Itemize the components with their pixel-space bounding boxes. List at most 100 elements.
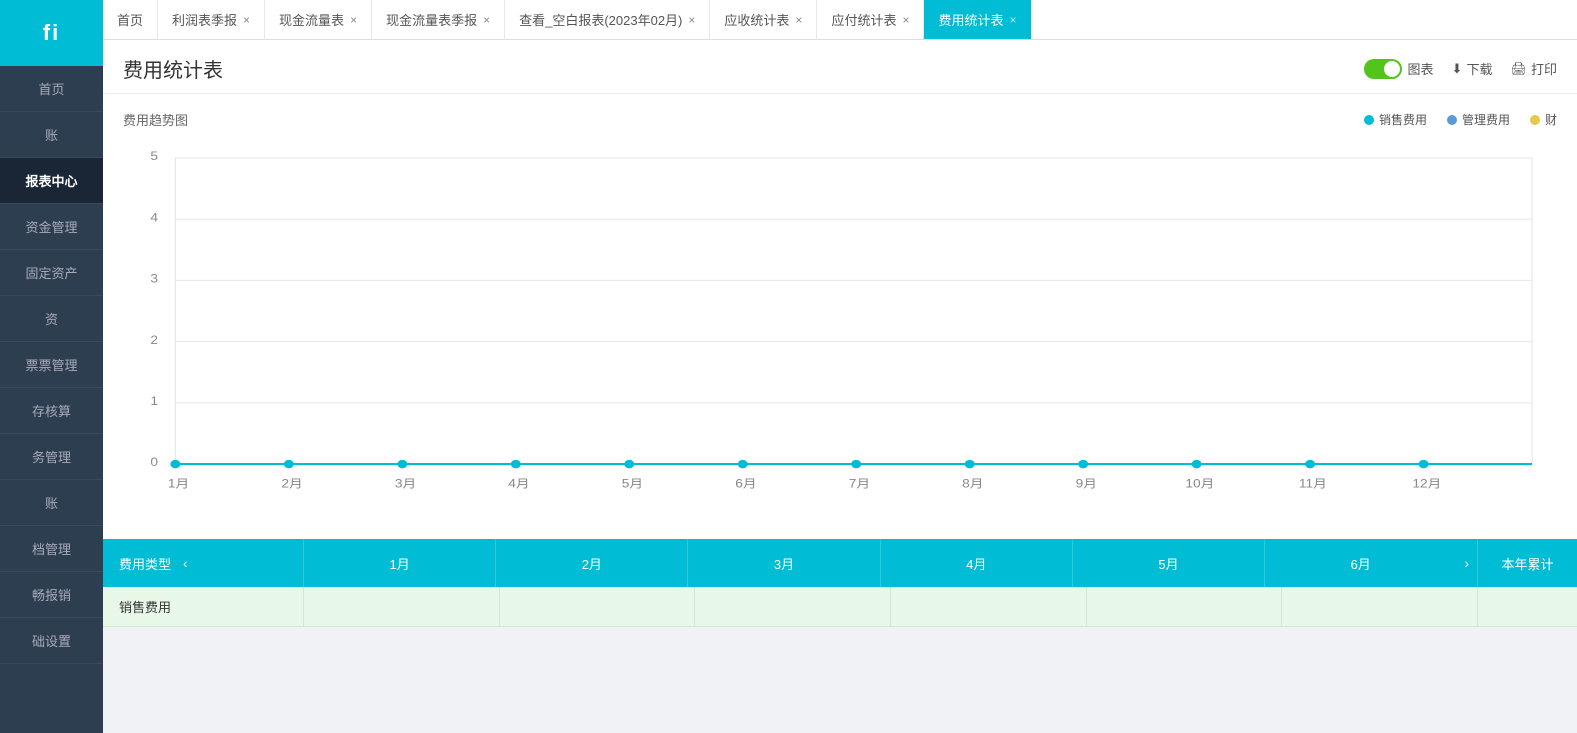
sidebar-item-account[interactable]: 账 xyxy=(0,112,103,158)
table-data-cell-2 xyxy=(499,587,695,626)
table-col-month-4: 4月 xyxy=(880,539,1072,587)
svg-text:1月: 1月 xyxy=(168,477,189,490)
table-col-month-5: 5月 xyxy=(1072,539,1264,587)
main-content: 首页 利润表季报 × 现金流量表 × 现金流量表季报 × 查看_空白报表(202… xyxy=(103,0,1577,733)
legend-dot-sales xyxy=(1364,115,1374,125)
svg-text:3月: 3月 xyxy=(395,477,416,490)
sidebar-item-funds[interactable]: 资金管理 xyxy=(0,204,103,250)
svg-text:5月: 5月 xyxy=(622,477,643,490)
table-data-type-sales: 销售费用 xyxy=(103,597,303,616)
tab-receivable[interactable]: 应收统计表 × xyxy=(710,0,817,39)
svg-text:2: 2 xyxy=(150,334,158,347)
sidebar: fi 首页 账 报表中心 资金管理 固定资产 资 票票管理 存核算 务管理 账 … xyxy=(0,0,103,733)
chart-container: 0 1 2 3 4 5 xyxy=(123,139,1557,519)
tab-blank-report[interactable]: 查看_空白报表(2023年02月) × xyxy=(505,0,710,39)
sidebar-logo: fi xyxy=(0,0,103,66)
table-row-sales: 销售费用 xyxy=(103,587,1577,627)
tab-profit[interactable]: 利润表季报 × xyxy=(158,0,265,39)
table-data-cell-6 xyxy=(1281,587,1477,626)
print-button[interactable]: 🖨 打印 xyxy=(1510,59,1557,78)
svg-text:8月: 8月 xyxy=(962,477,983,490)
svg-text:6月: 6月 xyxy=(735,477,756,490)
legend-label-sales: 销售费用 xyxy=(1379,111,1427,128)
sidebar-item-inventory[interactable]: 存核算 xyxy=(0,388,103,434)
sidebar-item-settings[interactable]: 础设置 xyxy=(0,618,103,664)
table-nav-prev[interactable]: ‹ xyxy=(179,555,192,571)
download-label: 下载 xyxy=(1466,59,1492,78)
svg-text:7月: 7月 xyxy=(849,477,870,490)
tab-close-cashflow-quarter[interactable]: × xyxy=(483,13,490,27)
sidebar-item-tickets[interactable]: 票票管理 xyxy=(0,342,103,388)
legend-label-management: 管理费用 xyxy=(1462,111,1510,128)
sidebar-item-affairs[interactable]: 务管理 xyxy=(0,434,103,480)
content-area: 费用统计表 图表 ⬇ 下载 🖨 打印 费用趋势图 xyxy=(103,40,1577,733)
svg-text:2月: 2月 xyxy=(281,477,302,490)
tab-home[interactable]: 首页 xyxy=(103,0,158,39)
table-col-month-2: 2月 xyxy=(495,539,687,587)
print-label: 打印 xyxy=(1531,59,1557,78)
sidebar-item-ledger[interactable]: 账 xyxy=(0,480,103,526)
tab-bar: 首页 利润表季报 × 现金流量表 × 现金流量表季报 × 查看_空白报表(202… xyxy=(103,0,1577,40)
tab-cashflow[interactable]: 现金流量表 × xyxy=(265,0,372,39)
table-data-cell-5 xyxy=(1086,587,1282,626)
svg-text:4: 4 xyxy=(150,211,158,224)
download-button[interactable]: ⬇ 下载 xyxy=(1452,59,1493,78)
table-data-cell-1 xyxy=(303,587,499,626)
table-section: 费用类型 ‹ 1月 2月 3月 4月 5月 6月 › 本年累计 销售费用 xyxy=(103,539,1577,627)
tab-expense[interactable]: 费用统计表 × xyxy=(924,0,1031,39)
chart-header: 费用趋势图 销售费用 管理费用 财 xyxy=(123,110,1557,129)
download-icon: ⬇ xyxy=(1452,61,1463,77)
legend-sales: 销售费用 xyxy=(1364,111,1427,128)
legend-management: 管理费用 xyxy=(1447,111,1510,128)
chart-toggle[interactable]: 图表 xyxy=(1364,59,1434,79)
svg-text:11月: 11月 xyxy=(1299,477,1327,490)
legend-dot-finance xyxy=(1530,115,1540,125)
print-icon: 🖨 xyxy=(1510,61,1527,77)
chart-svg: 0 1 2 3 4 5 xyxy=(123,139,1557,519)
sidebar-item-reports[interactable]: 报表中心 xyxy=(0,158,103,204)
legend-finance: 财 xyxy=(1530,111,1557,128)
sidebar-item-archive[interactable]: 档管理 xyxy=(0,526,103,572)
svg-text:3: 3 xyxy=(150,273,158,286)
table-header-row: 费用类型 ‹ 1月 2月 3月 4月 5月 6月 › 本年累计 xyxy=(103,539,1577,587)
legend-label-finance: 财 xyxy=(1545,111,1557,128)
tab-close-cashflow[interactable]: × xyxy=(350,13,357,27)
table-nav-next[interactable]: › xyxy=(1456,555,1477,571)
page-header: 费用统计表 图表 ⬇ 下载 🖨 打印 xyxy=(103,40,1577,94)
tab-close-blank-report[interactable]: × xyxy=(688,13,695,27)
table-type-label: 费用类型 xyxy=(119,554,171,573)
chart-section: 费用趋势图 销售费用 管理费用 财 xyxy=(103,94,1577,539)
table-data-cell-4 xyxy=(890,587,1086,626)
table-data-total-sales xyxy=(1477,587,1577,626)
svg-text:5: 5 xyxy=(150,150,158,163)
legend-dot-management xyxy=(1447,115,1457,125)
tab-cashflow-quarter[interactable]: 现金流量表季报 × xyxy=(372,0,505,39)
sidebar-item-assets[interactable]: 固定资产 xyxy=(0,250,103,296)
page-title: 费用统计表 xyxy=(123,54,223,83)
sidebar-item-reimbursement[interactable]: 畅报销 xyxy=(0,572,103,618)
header-actions: 图表 ⬇ 下载 🖨 打印 xyxy=(1364,59,1557,79)
svg-text:12月: 12月 xyxy=(1412,477,1441,490)
table-col-month-3: 3月 xyxy=(687,539,879,587)
sidebar-item-capital[interactable]: 资 xyxy=(0,296,103,342)
chart-title: 费用趋势图 xyxy=(123,110,188,129)
tab-close-expense[interactable]: × xyxy=(1009,13,1016,27)
table-col-type-header: 费用类型 ‹ xyxy=(103,554,303,573)
svg-text:1: 1 xyxy=(150,395,158,408)
sidebar-item-home[interactable]: 首页 xyxy=(0,66,103,112)
svg-text:10月: 10月 xyxy=(1185,477,1214,490)
table-col-month-6: 6月 xyxy=(1264,539,1456,587)
tab-close-receivable[interactable]: × xyxy=(795,13,802,27)
svg-text:0: 0 xyxy=(150,456,158,469)
svg-text:4月: 4月 xyxy=(508,477,529,490)
tab-payable[interactable]: 应付统计表 × xyxy=(817,0,924,39)
svg-text:9月: 9月 xyxy=(1076,477,1097,490)
chart-toggle-label: 图表 xyxy=(1408,59,1434,78)
tab-close-profit[interactable]: × xyxy=(243,13,250,27)
table-data-cell-3 xyxy=(694,587,890,626)
table-col-total-header: 本年累计 xyxy=(1477,539,1577,587)
tab-close-payable[interactable]: × xyxy=(902,13,909,27)
chart-toggle-switch[interactable] xyxy=(1364,59,1402,79)
table-col-month-1: 1月 xyxy=(303,539,495,587)
chart-legend: 销售费用 管理费用 财 xyxy=(1364,111,1557,128)
